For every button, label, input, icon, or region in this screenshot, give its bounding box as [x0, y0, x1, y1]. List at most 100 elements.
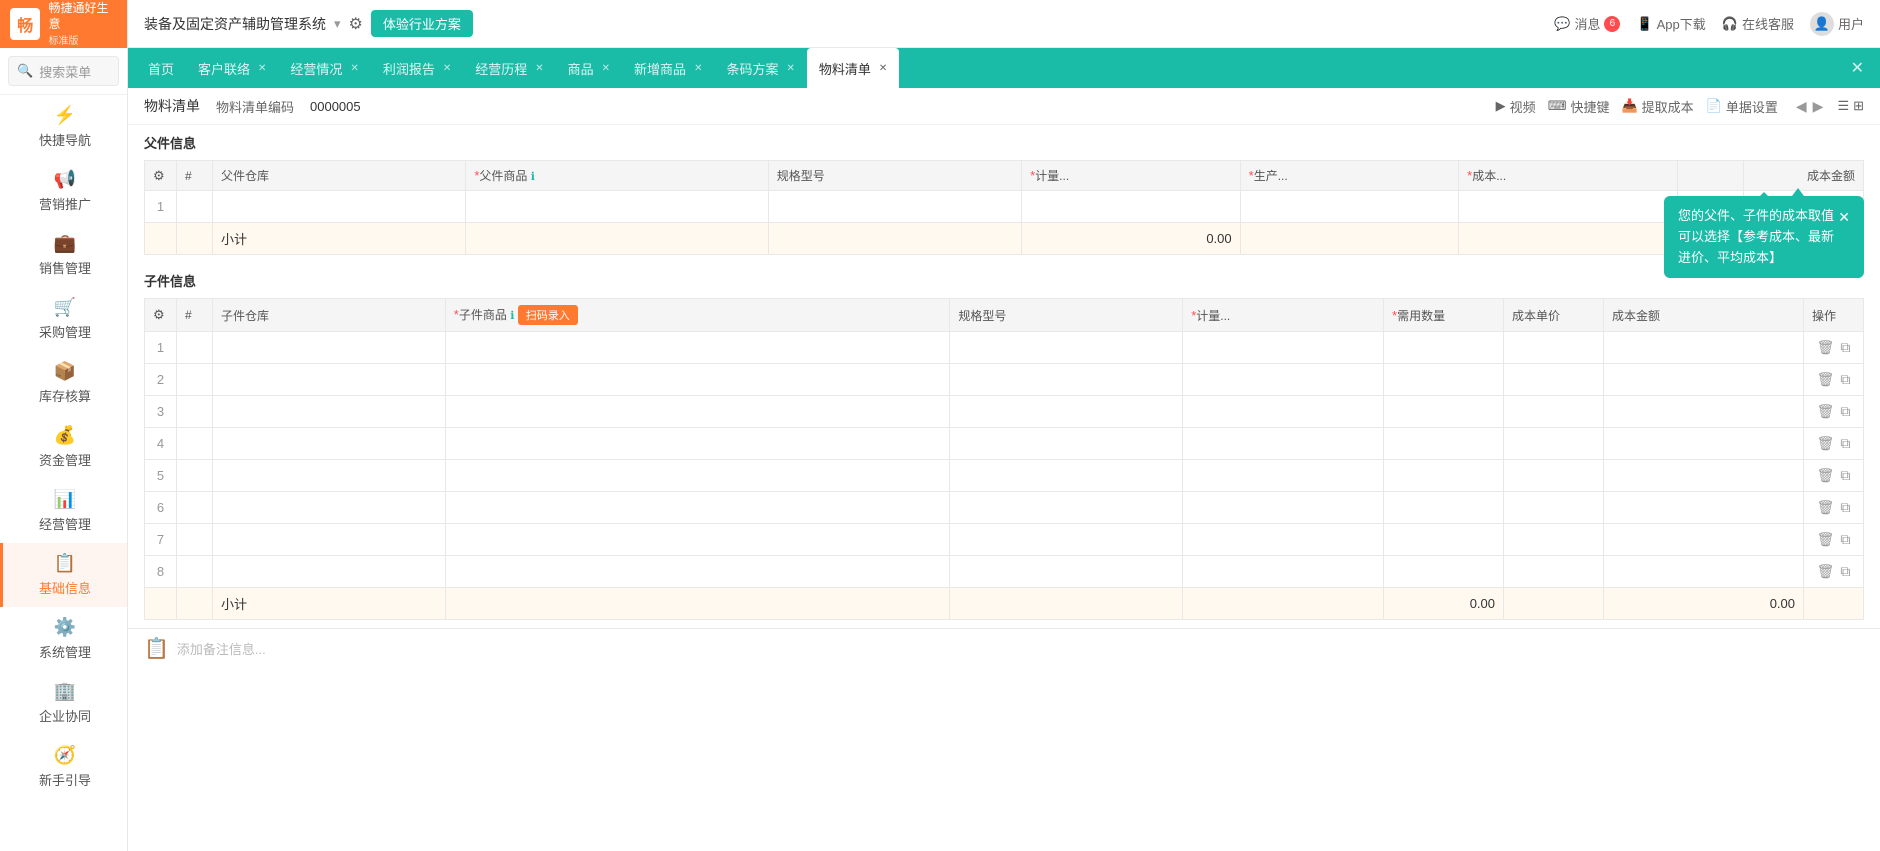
tab-bom-close[interactable]: ✕ — [879, 63, 887, 74]
child-row5-unit-price[interactable] — [1504, 460, 1604, 492]
copy-icon-row6[interactable]: ⧉ — [1840, 499, 1850, 516]
tooltip-close-button[interactable]: ✕ — [1838, 206, 1850, 228]
child-row7-warehouse[interactable] — [213, 524, 446, 556]
child-row2-unit[interactable] — [1183, 364, 1384, 396]
user-item[interactable]: 👤 用户 — [1810, 12, 1864, 36]
child-row7-unit[interactable] — [1183, 524, 1384, 556]
sidebar-item-guide[interactable]: 🧭 新手引导 — [0, 735, 127, 799]
tab-new-goods-close[interactable]: ✕ — [694, 63, 702, 74]
tab-profit[interactable]: 利润报告 ✕ — [371, 48, 463, 88]
child-row6-unit[interactable] — [1183, 492, 1384, 524]
delete-icon-row5[interactable]: 🗑 — [1817, 467, 1835, 484]
tab-goods-close[interactable]: ✕ — [602, 63, 610, 74]
child-row2-quantity[interactable] — [1384, 364, 1504, 396]
parent-row1-spec[interactable] — [768, 191, 1021, 223]
child-row7-spec[interactable] — [950, 524, 1183, 556]
child-gear-icon[interactable]: ⚙ — [153, 307, 165, 322]
parent-row1-goods[interactable] — [466, 191, 768, 223]
copy-icon-row2[interactable]: ⧉ — [1840, 371, 1850, 388]
tab-bom[interactable]: 物料清单 ✕ — [807, 48, 899, 88]
child-row4-spec[interactable] — [950, 428, 1183, 460]
child-row7-unit-price[interactable] — [1504, 524, 1604, 556]
app-download-item[interactable]: 📱 App下载 — [1636, 14, 1705, 33]
child-row3-warehouse[interactable] — [213, 396, 446, 428]
sidebar-item-marketing[interactable]: 📢 营销推广 — [0, 159, 127, 223]
trial-button[interactable]: 体验行业方案 — [371, 10, 473, 37]
parent-row1-warehouse[interactable] — [213, 191, 466, 223]
delete-icon-row7[interactable]: 🗑 — [1817, 531, 1835, 548]
scan-input-button[interactable]: 扫码录入 — [518, 305, 578, 325]
copy-icon-row1[interactable]: ⧉ — [1840, 339, 1850, 356]
tab-operations-status[interactable]: 经营情况 ✕ — [278, 48, 370, 88]
child-row6-goods[interactable] — [445, 492, 950, 524]
gear-icon[interactable]: ⚙ — [153, 168, 165, 183]
copy-icon-row8[interactable]: ⧉ — [1840, 563, 1850, 580]
child-row8-unit[interactable] — [1183, 556, 1384, 588]
tab-operations-close[interactable]: ✕ — [350, 63, 358, 74]
sidebar-item-basic-info[interactable]: 📋 基础信息 — [0, 543, 127, 607]
child-row4-unit[interactable] — [1183, 428, 1384, 460]
child-row5-unit[interactable] — [1183, 460, 1384, 492]
parent-row1-produce[interactable] — [1240, 191, 1459, 223]
tab-customer[interactable]: 客户联络 ✕ — [186, 48, 278, 88]
child-row1-warehouse[interactable] — [213, 332, 446, 364]
child-row5-warehouse[interactable] — [213, 460, 446, 492]
sidebar-item-finance[interactable]: 💰 资金管理 — [0, 415, 127, 479]
parent-row1-unit[interactable] — [1022, 191, 1241, 223]
tab-barcode-close[interactable]: ✕ — [786, 63, 794, 74]
tab-history-close[interactable]: ✕ — [535, 63, 543, 74]
child-row2-goods[interactable] — [445, 364, 950, 396]
child-row5-quantity[interactable] — [1384, 460, 1504, 492]
online-service-item[interactable]: 🎧 在线客服 — [1722, 14, 1794, 33]
child-row1-quantity[interactable] — [1384, 332, 1504, 364]
tab-history[interactable]: 经营历程 ✕ — [463, 48, 555, 88]
prev-icon[interactable]: ◀ — [1794, 98, 1809, 115]
extract-cost-action[interactable]: 📥 提取成本 — [1621, 97, 1693, 116]
copy-icon-row4[interactable]: ⧉ — [1840, 435, 1850, 452]
tab-customer-close[interactable]: ✕ — [258, 63, 266, 74]
child-row2-unit-price[interactable] — [1504, 364, 1604, 396]
child-row4-unit-price[interactable] — [1504, 428, 1604, 460]
child-row8-quantity[interactable] — [1384, 556, 1504, 588]
tab-new-goods[interactable]: 新增商品 ✕ — [622, 48, 714, 88]
next-icon[interactable]: ▶ — [1811, 98, 1826, 115]
grid-view-icon[interactable]: ⊞ — [1853, 98, 1864, 114]
child-row4-goods[interactable] — [445, 428, 950, 460]
tab-goods[interactable]: 商品 ✕ — [556, 48, 622, 88]
close-all-tabs[interactable]: ✕ — [1843, 58, 1872, 78]
sidebar-item-inventory[interactable]: 📦 库存核算 — [0, 351, 127, 415]
sub-header-title[interactable]: 物料清单 — [144, 96, 200, 116]
delete-icon-row4[interactable]: 🗑 — [1817, 435, 1835, 452]
tab-home[interactable]: 首页 — [136, 48, 186, 88]
child-row4-quantity[interactable] — [1384, 428, 1504, 460]
search-menu-button[interactable]: 🔍 搜索菜单 — [8, 56, 119, 86]
child-row6-quantity[interactable] — [1384, 492, 1504, 524]
child-row8-unit-price[interactable] — [1504, 556, 1604, 588]
child-row2-spec[interactable] — [950, 364, 1183, 396]
copy-icon-row5[interactable]: ⧉ — [1840, 467, 1850, 484]
child-row1-unit-price[interactable] — [1504, 332, 1604, 364]
delete-icon-row1[interactable]: 🗑 — [1817, 339, 1835, 356]
copy-icon-row3[interactable]: ⧉ — [1840, 403, 1850, 420]
delete-icon-row2[interactable]: 🗑 — [1817, 371, 1835, 388]
child-row8-spec[interactable] — [950, 556, 1183, 588]
message-item[interactable]: 💬 消息 6 — [1554, 14, 1620, 33]
child-row6-unit-price[interactable] — [1504, 492, 1604, 524]
child-row2-warehouse[interactable] — [213, 364, 446, 396]
sidebar-item-purchase[interactable]: 🛒 采购管理 — [0, 287, 127, 351]
child-row8-warehouse[interactable] — [213, 556, 446, 588]
settings-icon[interactable]: ⚙ — [349, 14, 363, 34]
child-row1-unit[interactable] — [1183, 332, 1384, 364]
child-row7-quantity[interactable] — [1384, 524, 1504, 556]
sidebar-item-enterprise[interactable]: 🏢 企业协同 — [0, 671, 127, 735]
child-row6-warehouse[interactable] — [213, 492, 446, 524]
note-icon[interactable]: 📋 — [144, 636, 169, 661]
child-row3-quantity[interactable] — [1384, 396, 1504, 428]
child-row7-goods[interactable] — [445, 524, 950, 556]
sidebar-item-system[interactable]: ⚙️ 系统管理 — [0, 607, 127, 671]
child-row1-spec[interactable] — [950, 332, 1183, 364]
child-row3-goods[interactable] — [445, 396, 950, 428]
child-row3-unit-price[interactable] — [1504, 396, 1604, 428]
delete-icon-row8[interactable]: 🗑 — [1817, 563, 1835, 580]
child-row8-goods[interactable] — [445, 556, 950, 588]
